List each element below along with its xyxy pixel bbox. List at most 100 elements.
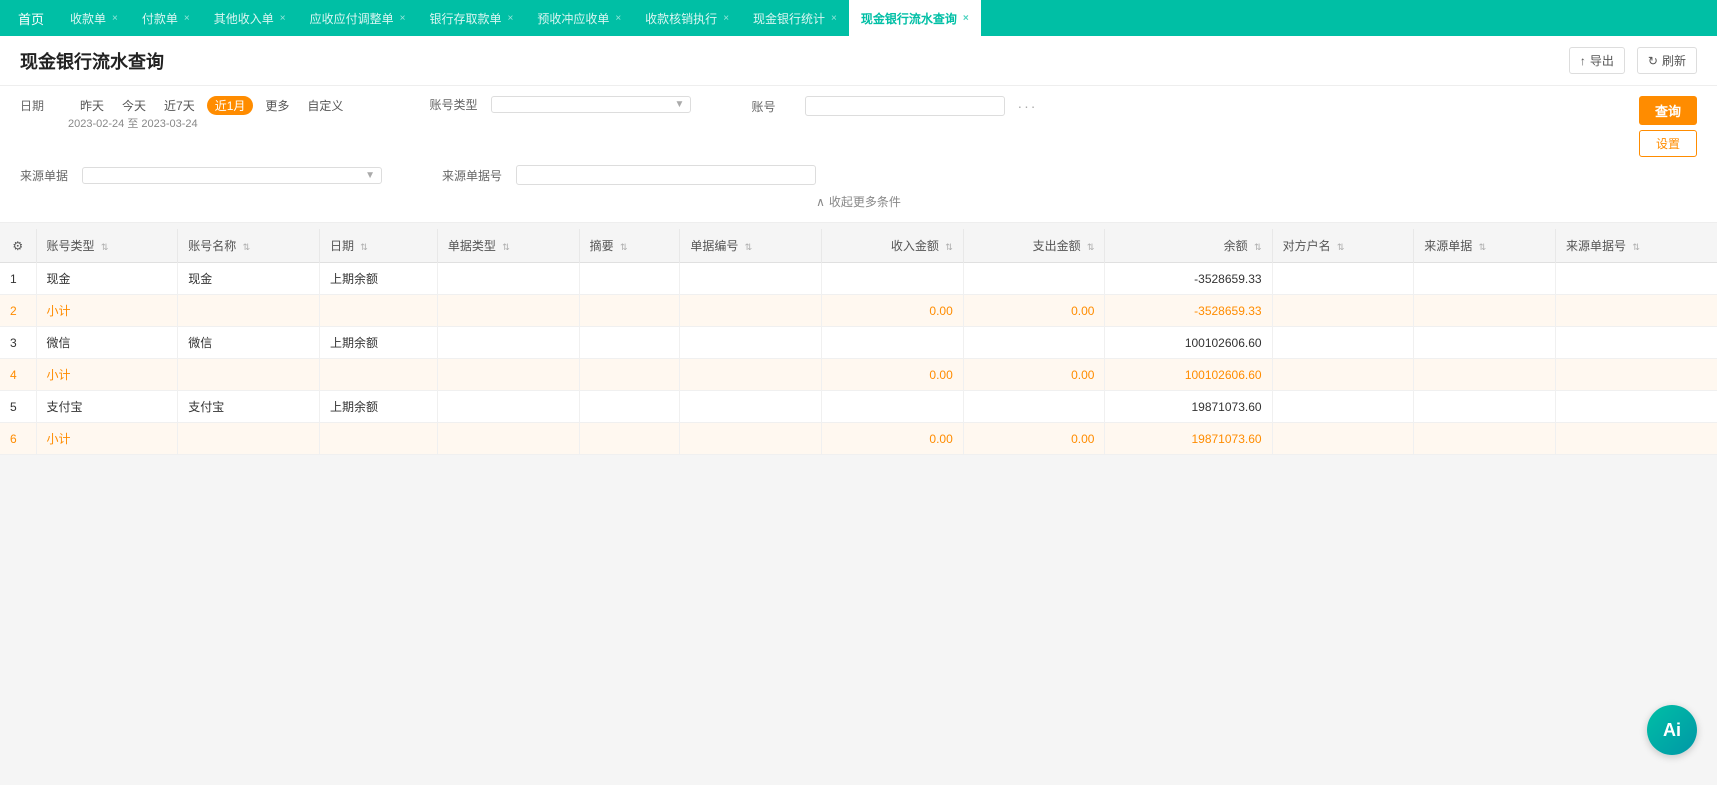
th-income[interactable]: 收入金额 ⇅ — [822, 229, 964, 263]
sort-account-type-icon: ⇅ — [101, 242, 109, 253]
td-account-type: 小计 — [36, 423, 178, 455]
th-balance[interactable]: 余额 ⇅ — [1105, 229, 1272, 263]
th-doc-no[interactable]: 单据编号 ⇅ — [680, 229, 822, 263]
td-doc-no — [680, 423, 822, 455]
refresh-button[interactable]: ↻ 刷新 — [1637, 47, 1697, 74]
export-button[interactable]: ↑ 导出 — [1569, 47, 1625, 74]
nav-tab-receipts[interactable]: 收款单 × — [58, 0, 130, 36]
settings-button[interactable]: 设置 — [1639, 130, 1697, 157]
td-source-doc-no — [1556, 359, 1717, 391]
td-counterparty — [1272, 295, 1414, 327]
date-opt-more[interactable]: 更多 — [259, 96, 295, 115]
td-idx: 2 — [0, 295, 36, 327]
nav-tab-other-income[interactable]: 其他收入单 × — [202, 0, 298, 36]
td-source-doc — [1414, 391, 1556, 423]
td-date: 上期余额 — [319, 263, 437, 295]
account-type-select[interactable]: ▼ — [491, 96, 691, 113]
nav-tab-prepay-offset[interactable]: 预收冲应收单 × — [525, 0, 633, 36]
td-account-type: 小计 — [36, 295, 178, 327]
th-account-type[interactable]: 账号类型 ⇅ — [36, 229, 178, 263]
nav-tab-receipt-verify[interactable]: 收款核销执行 × — [633, 0, 741, 36]
date-opt-today[interactable]: 今天 — [116, 96, 152, 115]
td-account-type: 支付宝 — [36, 391, 178, 423]
account-more-icon[interactable]: ··· — [1017, 98, 1037, 114]
td-balance: 19871073.60 — [1105, 391, 1272, 423]
th-source-doc[interactable]: 来源单据 ⇅ — [1414, 229, 1556, 263]
source-doc-chevron-icon: ▼ — [365, 170, 375, 181]
td-expense: 0.00 — [963, 295, 1105, 327]
td-account-name — [178, 295, 320, 327]
table-row: 1现金现金上期余额-3528659.33 — [0, 263, 1717, 295]
date-opt-1month[interactable]: 近1月 — [207, 96, 254, 115]
td-date: 上期余额 — [319, 391, 437, 423]
th-counterparty[interactable]: 对方户名 ⇅ — [1272, 229, 1414, 263]
nav-tab-ar-ap-adjust[interactable]: 应收应付调整单 × — [298, 0, 418, 36]
td-counterparty — [1272, 391, 1414, 423]
nav-tab-cash-flow[interactable]: 现金银行流水查询 × — [849, 0, 981, 36]
th-settings[interactable]: ⚙ — [0, 229, 36, 263]
close-ar-ap-adjust-tab[interactable]: × — [400, 13, 406, 24]
gear-icon: ⚙ — [12, 239, 23, 253]
collapse-up-icon: ∧ — [816, 195, 825, 209]
query-button[interactable]: 查询 — [1639, 96, 1697, 125]
td-date: 上期余额 — [319, 327, 437, 359]
close-receipts-tab[interactable]: × — [112, 13, 118, 24]
td-idx: 5 — [0, 391, 36, 423]
sort-source-doc-icon: ⇅ — [1479, 242, 1487, 253]
action-buttons: 查询 设置 — [1639, 96, 1697, 157]
td-doc-no — [680, 295, 822, 327]
close-other-income-tab[interactable]: × — [280, 13, 286, 24]
close-prepay-offset-tab[interactable]: × — [615, 13, 621, 24]
table-section: ⚙ 账号类型 ⇅ 账号名称 ⇅ 日期 ⇅ 单据类型 ⇅ — [0, 229, 1717, 455]
close-cash-flow-tab[interactable]: × — [963, 13, 969, 24]
table-row: 4小计0.000.00100102606.60 — [0, 359, 1717, 391]
close-receipt-verify-tab[interactable]: × — [723, 13, 729, 24]
td-balance: 100102606.60 — [1105, 327, 1272, 359]
account-label: 账号 — [751, 98, 791, 115]
td-source-doc-no — [1556, 263, 1717, 295]
td-balance: -3528659.33 — [1105, 263, 1272, 295]
th-expense[interactable]: 支出金额 ⇅ — [963, 229, 1105, 263]
header-actions: ↑ 导出 ↻ 刷新 — [1569, 47, 1697, 74]
date-range-display: 2023-02-24 至 2023-03-24 — [68, 118, 198, 130]
td-income: 0.00 — [822, 423, 964, 455]
td-income — [822, 263, 964, 295]
nav-home[interactable]: 首页 — [4, 0, 58, 36]
nav-tab-bank-deposit[interactable]: 银行存取款单 × — [417, 0, 525, 36]
table-header-row: ⚙ 账号类型 ⇅ 账号名称 ⇅ 日期 ⇅ 单据类型 ⇅ — [0, 229, 1717, 263]
date-opt-yesterday[interactable]: 昨天 — [74, 96, 110, 115]
date-opt-7days[interactable]: 近7天 — [158, 96, 201, 115]
sort-doc-no-icon: ⇅ — [745, 242, 753, 253]
source-doc-select[interactable]: ▼ — [82, 167, 382, 184]
td-income: 0.00 — [822, 359, 964, 391]
export-icon: ↑ — [1580, 54, 1586, 68]
td-account-name: 微信 — [178, 327, 320, 359]
th-summary[interactable]: 摘要 ⇅ — [579, 229, 680, 263]
th-date[interactable]: 日期 ⇅ — [319, 229, 437, 263]
nav-tab-cash-stats[interactable]: 现金银行统计 × — [741, 0, 849, 36]
td-summary — [579, 263, 680, 295]
td-source-doc — [1414, 263, 1556, 295]
account-input[interactable] — [805, 96, 1005, 116]
th-account-name[interactable]: 账号名称 ⇅ — [178, 229, 320, 263]
ai-assistant-button[interactable]: Ai — [1647, 705, 1697, 755]
td-counterparty — [1272, 359, 1414, 391]
th-doc-type[interactable]: 单据类型 ⇅ — [437, 229, 579, 263]
sort-income-icon: ⇅ — [945, 242, 953, 253]
td-summary — [579, 295, 680, 327]
sort-balance-icon: ⇅ — [1254, 242, 1262, 253]
th-source-doc-no[interactable]: 来源单据号 ⇅ — [1556, 229, 1717, 263]
source-doc-no-input[interactable] — [516, 165, 816, 185]
close-payments-tab[interactable]: × — [184, 13, 190, 24]
collapse-bar[interactable]: ∧ 收起更多条件 — [20, 189, 1697, 214]
close-bank-deposit-tab[interactable]: × — [507, 13, 513, 24]
td-balance: 19871073.60 — [1105, 423, 1272, 455]
source-doc-label: 来源单据 — [20, 167, 68, 184]
td-account-name — [178, 423, 320, 455]
td-doc-no — [680, 263, 822, 295]
date-opt-custom[interactable]: 自定义 — [301, 96, 349, 115]
page-title: 现金银行流水查询 — [20, 48, 164, 74]
td-doc-no — [680, 391, 822, 423]
close-cash-stats-tab[interactable]: × — [831, 13, 837, 24]
nav-tab-payments[interactable]: 付款单 × — [130, 0, 202, 36]
